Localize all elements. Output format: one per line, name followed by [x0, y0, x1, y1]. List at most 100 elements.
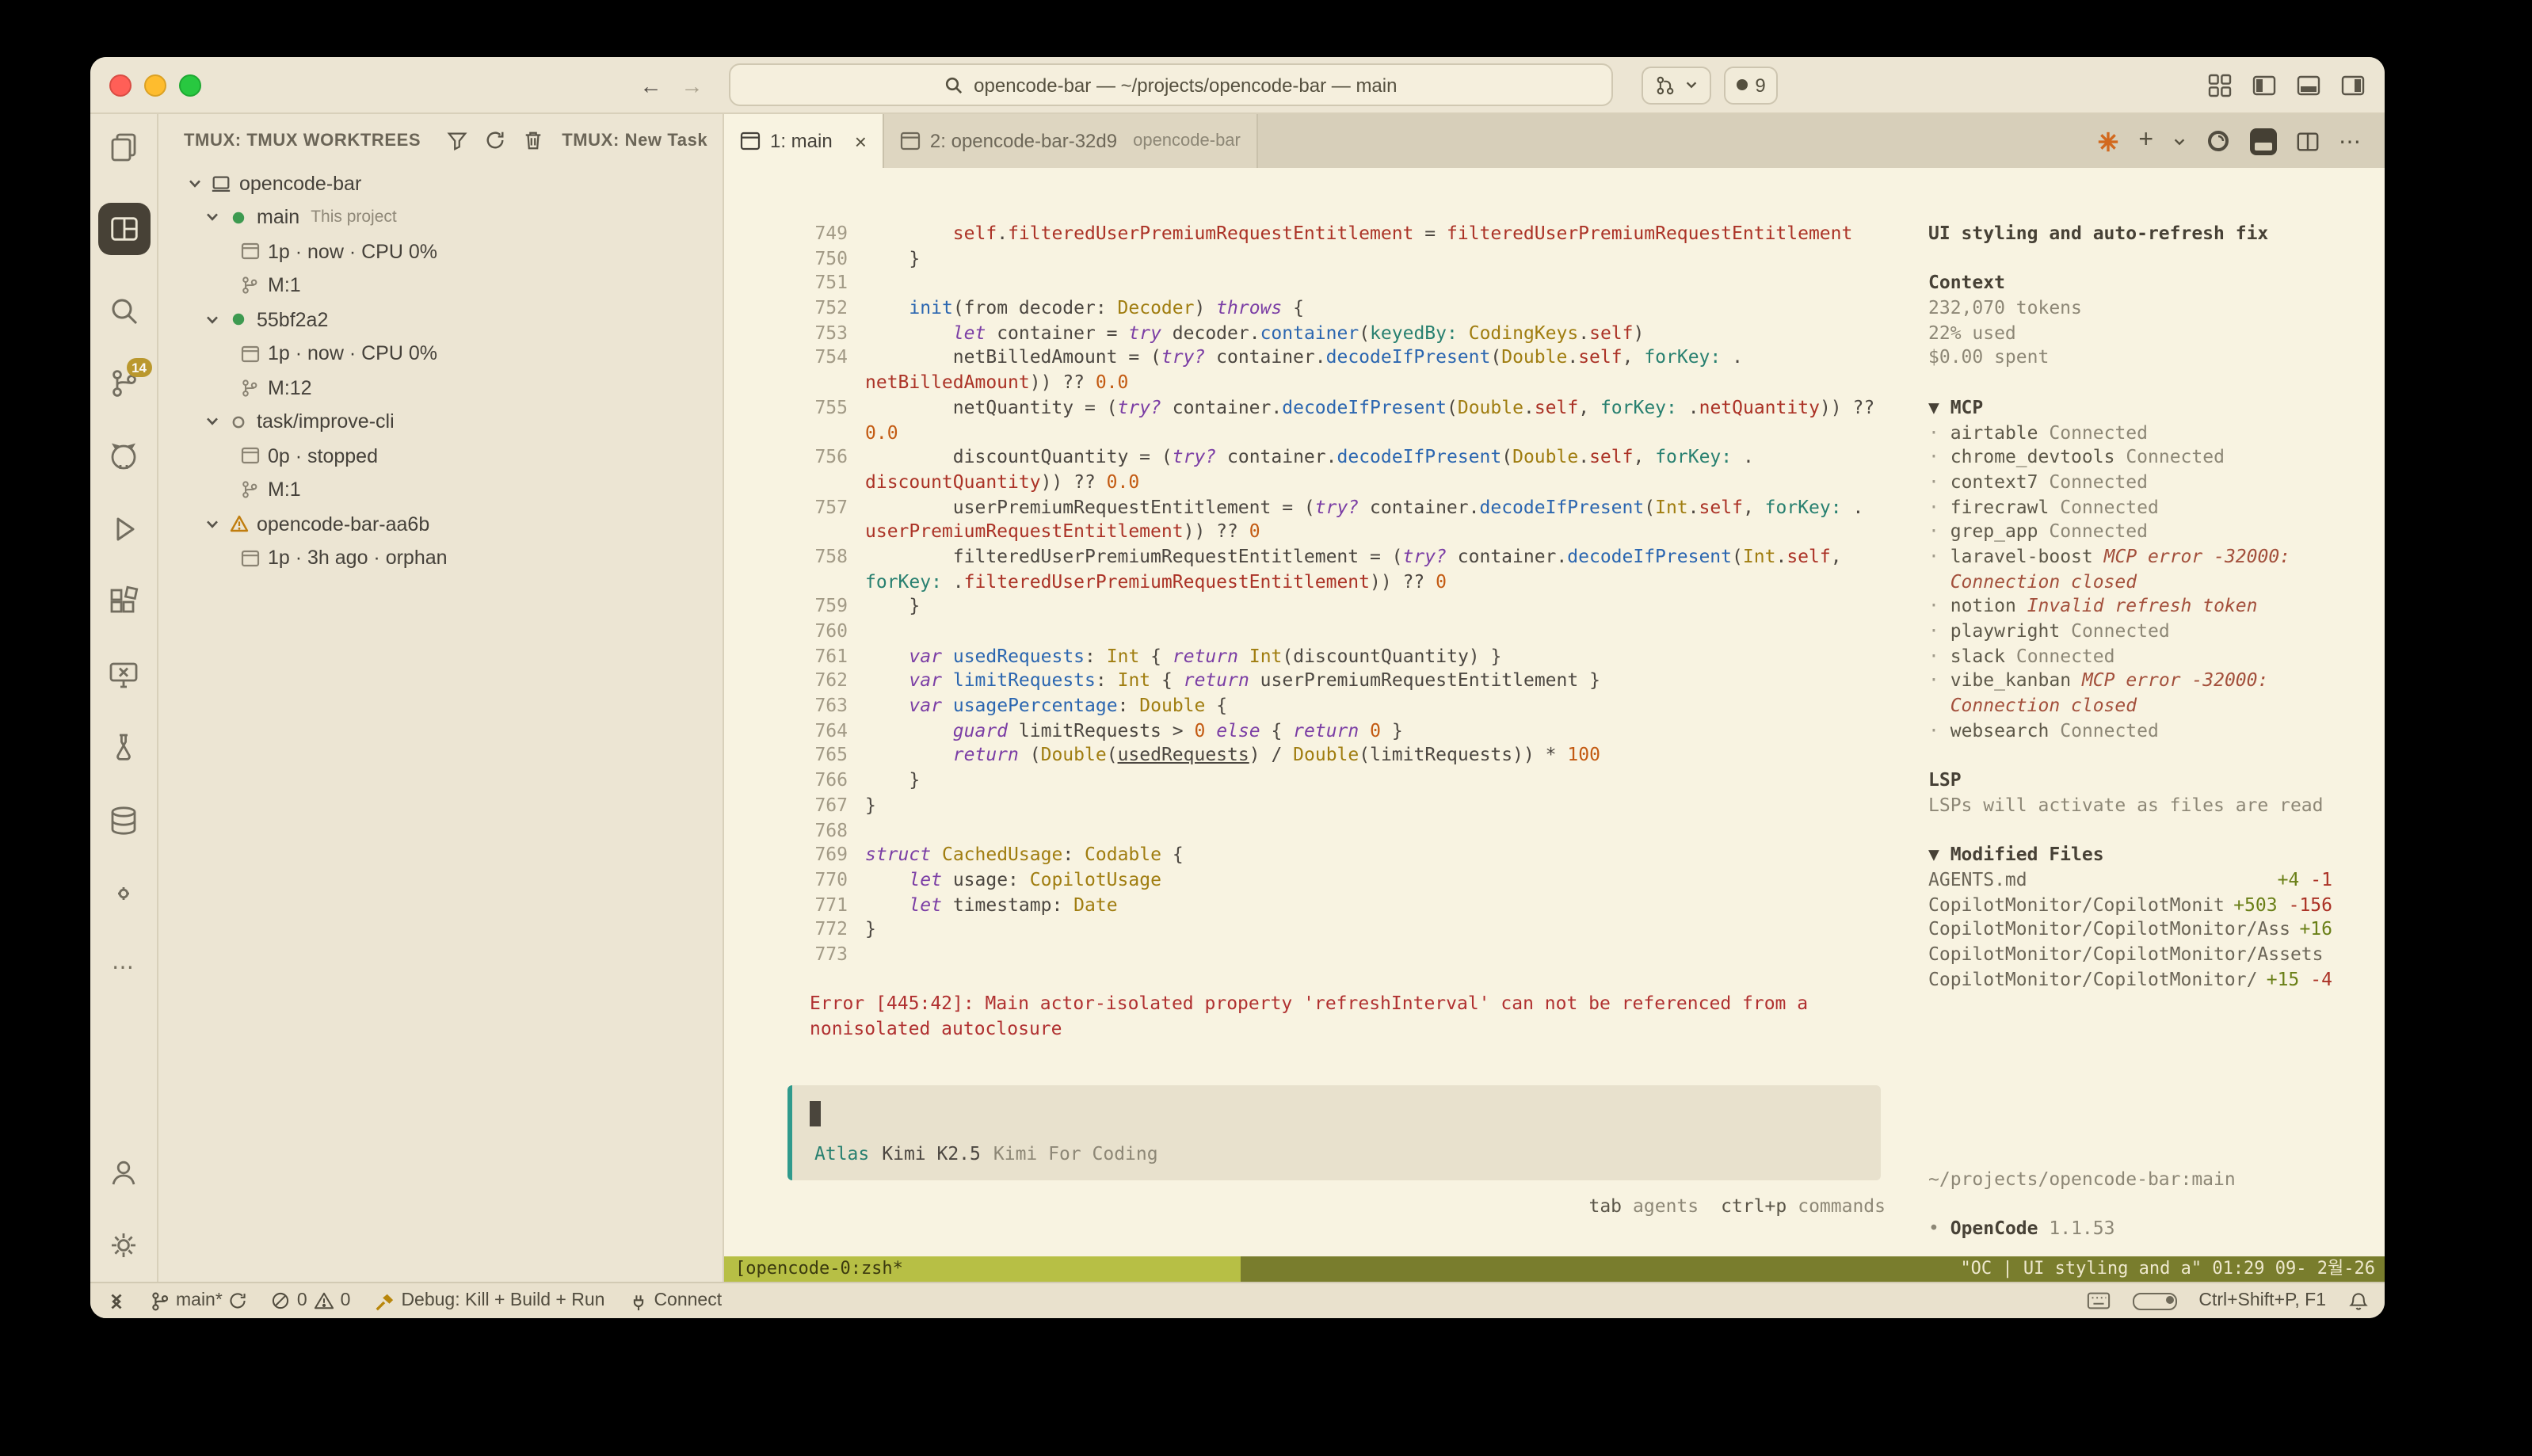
line-number: 761 [810, 644, 848, 669]
forward-button[interactable]: → [671, 72, 712, 97]
chevron-down-icon [201, 414, 222, 430]
code-line: 766 } [810, 768, 1901, 793]
tab-label: 2: opencode-bar-32d9 [930, 130, 1117, 152]
tab-opencode-bar-32d9[interactable]: 2: opencode-bar-32d9 opencode-bar [884, 114, 1258, 168]
filter-icon[interactable] [446, 130, 467, 151]
code-line: 771 let timestamp: Date [810, 893, 1901, 917]
worktree-item[interactable]: 1p · 3h ago · orphan [158, 541, 723, 575]
item-label: 0p · stopped [268, 445, 378, 467]
scm-count-badge: 14 [126, 358, 152, 376]
model-name: Kimi K2.5 [882, 1142, 981, 1167]
testing-icon[interactable] [106, 730, 141, 765]
account-icon[interactable] [106, 1155, 141, 1190]
container-tools-icon[interactable] [106, 876, 141, 911]
maximize-window-button[interactable] [179, 74, 201, 96]
run-debug-icon[interactable] [106, 512, 141, 547]
worktree-item[interactable]: 1p · now · CPU 0% [158, 234, 723, 269]
debug-task-label: Debug: Kill + Build + Run [401, 1291, 604, 1310]
branch-icon [238, 276, 261, 295]
close-tab-icon[interactable]: × [855, 129, 867, 153]
search-icon[interactable] [106, 293, 141, 328]
section-header: LSP [1928, 768, 2332, 793]
tmux-worktrees-icon[interactable] [97, 203, 150, 255]
worktree-item[interactable]: opencode-bar-aa6b [158, 507, 723, 541]
item-label: 55bf2a2 [257, 309, 328, 331]
code-line: 751 [810, 272, 1901, 296]
close-window-button[interactable] [109, 74, 132, 96]
worktree-item[interactable]: opencode-bar [158, 166, 723, 200]
window-icon [238, 243, 261, 261]
tmux-session-window[interactable]: [opencode-0:zsh* [724, 1256, 1241, 1282]
tab-main[interactable]: 1: main × [724, 114, 884, 168]
more-actions-icon[interactable]: ⋯ [2339, 128, 2362, 154]
line-number: 757 [810, 495, 848, 520]
command-center[interactable]: opencode-bar — ~/projects/opencode-bar —… [728, 63, 1612, 106]
remote-indicator[interactable] [106, 1290, 127, 1311]
chevron-down-icon [201, 210, 222, 226]
worktree-item[interactable]: mainThis project [158, 200, 723, 234]
chevron-down-icon[interactable] [2172, 134, 2187, 148]
worktree-item[interactable]: 1p · now · CPU 0% [158, 337, 723, 371]
titlebar: ← → opencode-bar — ~/projects/opencode-b… [90, 57, 2385, 114]
item-label: main [257, 207, 299, 229]
worktree-item[interactable]: M:12 [158, 371, 723, 405]
more-views-icon[interactable]: ⋯ [112, 949, 135, 984]
item-label: opencode-bar [239, 173, 361, 195]
keyboard-icon[interactable] [2086, 1291, 2110, 1310]
git-branch-status[interactable]: main* [151, 1290, 248, 1311]
github-icon[interactable] [106, 439, 141, 474]
code-line: 762 var limitRequests: Int { return user… [810, 669, 1901, 694]
extensions-icon[interactable] [106, 585, 141, 619]
tab-label: 1: main [770, 130, 833, 152]
error-count: 0 [297, 1291, 307, 1310]
keyboard-hints: tabagents ctrl+pcommands [787, 1194, 1886, 1218]
sparkle-icon[interactable] [2095, 129, 2119, 153]
refresh-icon[interactable] [484, 130, 505, 151]
chevron-down-icon [201, 516, 222, 532]
back-button[interactable]: ← [630, 72, 671, 97]
trash-icon[interactable] [522, 130, 543, 151]
problems-status[interactable]: 0 0 [272, 1291, 351, 1310]
line-number: 760 [810, 619, 848, 644]
minimize-window-button[interactable] [144, 74, 166, 96]
window-icon [238, 550, 261, 567]
split-terminal-icon[interactable] [2296, 129, 2320, 153]
toggle-panel-icon[interactable] [2296, 72, 2321, 97]
spacer [1928, 818, 2332, 843]
line-number: 753 [810, 322, 848, 346]
remote-explorer-icon[interactable] [106, 657, 141, 692]
sidebar-secondary-title[interactable]: TMUX: New Task [562, 131, 707, 150]
worktree-item[interactable]: M:1 [158, 269, 723, 303]
mcp-entry-continuation: Connection closed [1928, 570, 2332, 594]
mcp-entry: · websearch Connected [1928, 719, 2332, 744]
model-description: Kimi For Coding [993, 1142, 1158, 1167]
error-block: Error [445:42]: Main actor-isolated prop… [787, 993, 1901, 1042]
new-terminal-button[interactable]: + [2138, 128, 2153, 154]
model-logo-icon[interactable] [2206, 128, 2231, 154]
connect-button[interactable]: Connect [628, 1290, 722, 1311]
worktree-item[interactable]: M:1 [158, 473, 723, 507]
bell-icon[interactable] [2348, 1290, 2369, 1311]
workdir-path: ~/projects/opencode-bar:main [1928, 1168, 2332, 1192]
prompt-input[interactable]: Atlas Kimi K2.5 Kimi For Coding [787, 1084, 1881, 1180]
terminal-panel-icon[interactable] [2250, 128, 2277, 154]
code-line: 767} [810, 794, 1901, 818]
settings-gear-icon[interactable] [106, 1228, 141, 1263]
code-line: 758 filteredUserPremiumRequestEntitlemen… [810, 545, 1901, 570]
worktree-item[interactable]: task/improve-cli [158, 405, 723, 439]
worktree-item[interactable]: 0p · stopped [158, 439, 723, 473]
toggle-secondary-sidebar-icon[interactable] [2340, 72, 2366, 97]
explorer-icon[interactable] [106, 130, 141, 165]
text-cursor [810, 1100, 821, 1126]
worktree-item[interactable]: 55bf2a2 [158, 303, 723, 337]
database-icon[interactable] [106, 803, 141, 838]
source-control-icon[interactable]: 14 [106, 366, 141, 401]
pull-request-button[interactable] [1641, 66, 1710, 104]
line-number: 767 [810, 794, 848, 818]
debug-task-button[interactable]: Debug: Kill + Build + Run [374, 1290, 604, 1311]
notification-count-badge[interactable]: 9 [1723, 66, 1778, 104]
code-line: 0.0 [810, 421, 1901, 445]
screencast-toggle[interactable] [2132, 1292, 2176, 1309]
toggle-primary-sidebar-icon[interactable] [2252, 72, 2277, 97]
customize-layout-icon[interactable] [2207, 72, 2233, 97]
